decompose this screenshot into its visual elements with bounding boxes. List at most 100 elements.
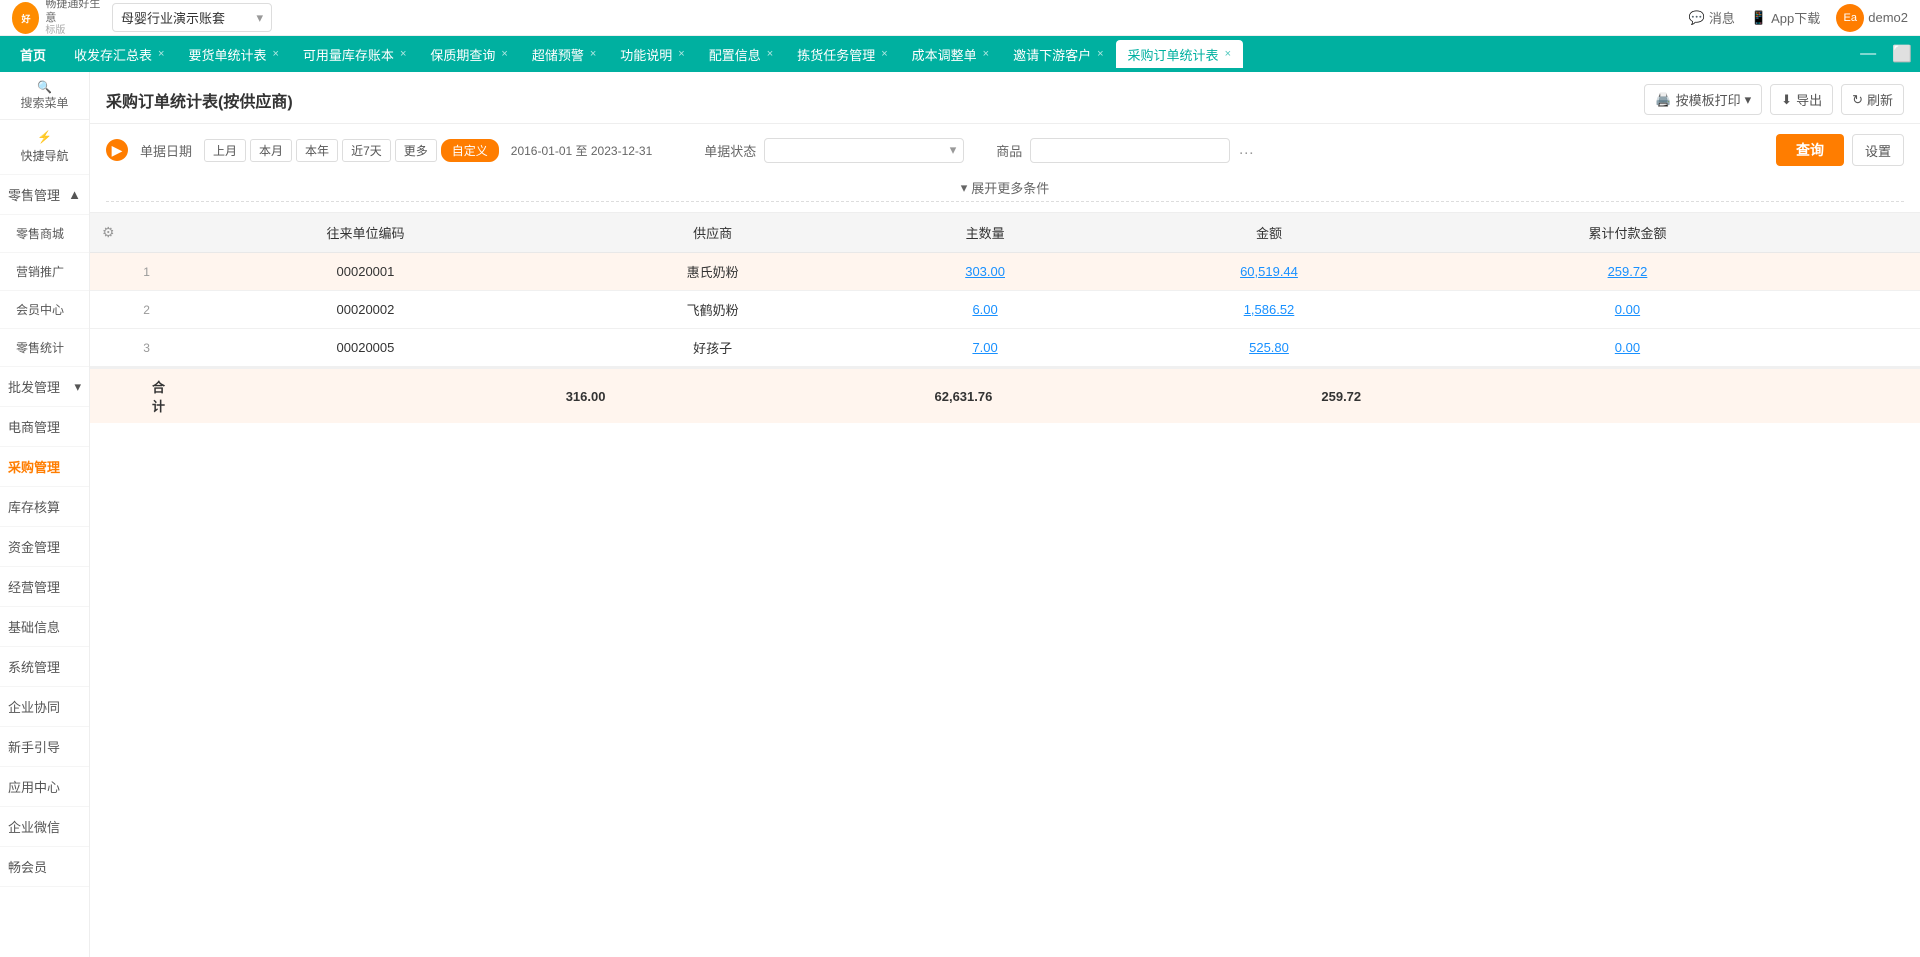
export-button[interactable]: ⬇ 导出	[1770, 84, 1833, 115]
refresh-button[interactable]: ↻ 刷新	[1841, 84, 1904, 115]
close-purchase-summary[interactable]: ×	[1225, 48, 1231, 60]
sidebar-item-operation-mgmt[interactable]: 经营管理	[0, 567, 89, 607]
quick-nav-label: 快捷导航	[20, 147, 68, 164]
close-available-stock[interactable]: ×	[400, 48, 406, 60]
query-button[interactable]: 查询	[1776, 134, 1844, 166]
sidebar: 🔍 搜索菜单 ⚡ 快捷导航 零售管理 ▲ 零售商城 营销推广 会员中心 零售统计…	[0, 72, 90, 957]
td-main-qty-2[interactable]: 7.00	[861, 329, 1110, 367]
nav-tabs: 首页 收发存汇总表 × 要货单统计表 × 可用量库存账本 × 保质期查询 × 超…	[0, 36, 1920, 72]
th-amount: 金额	[1109, 213, 1428, 253]
basic-info-label: 基础信息	[8, 617, 60, 636]
search-menu[interactable]: 🔍 搜索菜单	[0, 72, 89, 120]
refresh-icon: ↻	[1852, 92, 1863, 108]
workspace-selector[interactable]: 母婴行业演示账套 ▾	[112, 3, 272, 32]
system-mgmt-label: 系统管理	[8, 657, 60, 676]
close-cost-adjust[interactable]: ×	[983, 48, 989, 60]
tab-cost-adjust[interactable]: 成本调整单 ×	[900, 40, 1001, 68]
td-amount-0[interactable]: 60,519.44	[1109, 253, 1428, 291]
sidebar-item-retail-mgmt[interactable]: 零售管理 ▲	[0, 175, 89, 215]
date-btn-this-month[interactable]: 本月	[250, 139, 292, 162]
page-header: 采购订单统计表(按供应商) 🖨️ 按模板打印 ▾ ⬇ 导出 ↻ 刷新	[90, 72, 1920, 124]
goods-input[interactable]	[1030, 138, 1230, 163]
table-footer: 合计 316.00 62,631.76 259.72	[90, 367, 1920, 423]
td-paid-amount-0[interactable]: 259.72	[1429, 253, 1827, 291]
sidebar-item-retail-stats[interactable]: 零售统计	[0, 329, 89, 367]
close-overstock-alert[interactable]: ×	[590, 48, 596, 60]
logo-text: 畅捷通好生意 标版	[45, 0, 102, 37]
tab-receive-summary[interactable]: 收发存汇总表 ×	[62, 40, 176, 68]
td-main-qty-0[interactable]: 303.00	[861, 253, 1110, 291]
tab-available-stock[interactable]: 可用量库存账本 ×	[291, 40, 418, 68]
sidebar-item-marketing[interactable]: 营销推广	[0, 253, 89, 291]
close-invite-downstream[interactable]: ×	[1097, 48, 1103, 60]
footer-amount: 62,631.76	[775, 389, 1153, 404]
td-paid-amount-1[interactable]: 0.00	[1429, 291, 1827, 329]
print-button[interactable]: 🖨️ 按模板打印 ▾	[1644, 84, 1762, 115]
tab-expiry-query[interactable]: 保质期查询 ×	[418, 40, 519, 68]
finance-mgmt-label: 资金管理	[8, 537, 60, 556]
tab-purchase-summary[interactable]: 采购订单统计表 ×	[1116, 40, 1243, 68]
date-btn-custom[interactable]: 自定义	[441, 139, 499, 162]
sidebar-item-system-mgmt[interactable]: 系统管理	[0, 647, 89, 687]
logo-area: 好 畅捷通好生意 标版	[12, 0, 102, 37]
sidebar-item-new-guide[interactable]: 新手引导	[0, 727, 89, 767]
date-filter-label: 单据日期	[140, 141, 192, 160]
function-desc-label: 功能说明	[620, 45, 672, 64]
picking-task-label: 拣货任务管理	[797, 45, 875, 64]
td-amount-1[interactable]: 1,586.52	[1109, 291, 1428, 329]
nav-tabs-controls: — ⬜	[1856, 44, 1916, 64]
maximize-btn[interactable]: ⬜	[1888, 44, 1916, 64]
goods-input-more[interactable]: …	[1238, 141, 1254, 159]
refresh-label: 刷新	[1867, 90, 1893, 109]
td-supplier-code-2: 00020005	[167, 329, 565, 367]
th-supplier-name: 供应商	[564, 213, 860, 253]
tab-picking-task[interactable]: 拣货任务管理 ×	[785, 40, 899, 68]
sidebar-item-basic-info[interactable]: 基础信息	[0, 607, 89, 647]
date-btn-7days[interactable]: 近7天	[342, 139, 391, 162]
sidebar-item-enterprise-wechat[interactable]: 企业微信	[0, 807, 89, 847]
settings-button[interactable]: 设置	[1852, 134, 1904, 166]
td-main-qty-1[interactable]: 6.00	[861, 291, 1110, 329]
td-amount-2[interactable]: 525.80	[1109, 329, 1428, 367]
retail-mgmt-label: 零售管理	[8, 185, 60, 204]
date-btn-this-year[interactable]: 本年	[296, 139, 338, 162]
sidebar-item-purchase-mgmt[interactable]: 采购管理	[0, 447, 89, 487]
sidebar-item-member-center[interactable]: 会员中心	[0, 291, 89, 329]
sidebar-item-finance-mgmt[interactable]: 资金管理	[0, 527, 89, 567]
sidebar-item-quick-nav[interactable]: ⚡ 快捷导航	[0, 120, 89, 175]
sidebar-item-member[interactable]: 畅会员	[0, 847, 89, 887]
close-order-summary[interactable]: ×	[272, 48, 278, 60]
tab-overstock-alert[interactable]: 超储预警 ×	[520, 40, 608, 68]
sidebar-item-enterprise-collab[interactable]: 企业协同	[0, 687, 89, 727]
app-download-btn[interactable]: 📱 App下载	[1751, 8, 1820, 27]
sidebar-item-retail-store[interactable]: 零售商城	[0, 215, 89, 253]
sidebar-item-app-center[interactable]: 应用中心	[0, 767, 89, 807]
table-container: ⚙ 往来单位编码 供应商 主数量 金额 累计付款金额 1 00020001 惠氏…	[90, 213, 1920, 957]
sidebar-item-ecommerce-mgmt[interactable]: 电商管理	[0, 407, 89, 447]
td-paid-amount-2[interactable]: 0.00	[1429, 329, 1827, 367]
messages-btn[interactable]: 💬 消息	[1689, 8, 1735, 27]
status-select[interactable]	[764, 138, 964, 163]
tab-home[interactable]: 首页	[4, 40, 62, 68]
close-function-desc[interactable]: ×	[678, 48, 684, 60]
tab-order-summary[interactable]: 要货单统计表 ×	[176, 40, 290, 68]
expand-more-filters[interactable]: ▾ 展开更多条件	[106, 174, 1904, 202]
tab-function-desc[interactable]: 功能说明 ×	[608, 40, 696, 68]
column-settings-icon[interactable]: ⚙	[102, 224, 115, 240]
close-picking-task[interactable]: ×	[881, 48, 887, 60]
filter-toggle-button[interactable]: ▶	[106, 139, 128, 161]
tab-config-info[interactable]: 配置信息 ×	[697, 40, 785, 68]
close-config-info[interactable]: ×	[767, 48, 773, 60]
close-receive-summary[interactable]: ×	[158, 48, 164, 60]
th-settings[interactable]: ⚙	[90, 213, 127, 253]
date-btn-last-month[interactable]: 上月	[204, 139, 246, 162]
tab-invite-downstream[interactable]: 邀请下游客户 ×	[1001, 40, 1115, 68]
minimize-btn[interactable]: —	[1856, 45, 1880, 63]
app-download-label: App下载	[1771, 8, 1820, 27]
close-expiry-query[interactable]: ×	[501, 48, 507, 60]
user-menu-btn[interactable]: Ea demo2	[1836, 4, 1908, 32]
download-icon: 📱	[1751, 10, 1767, 26]
date-btn-more[interactable]: 更多	[395, 139, 437, 162]
sidebar-item-inventory-check[interactable]: 库存核算	[0, 487, 89, 527]
sidebar-item-wholesale-mgmt[interactable]: 批发管理 ▾	[0, 367, 89, 407]
